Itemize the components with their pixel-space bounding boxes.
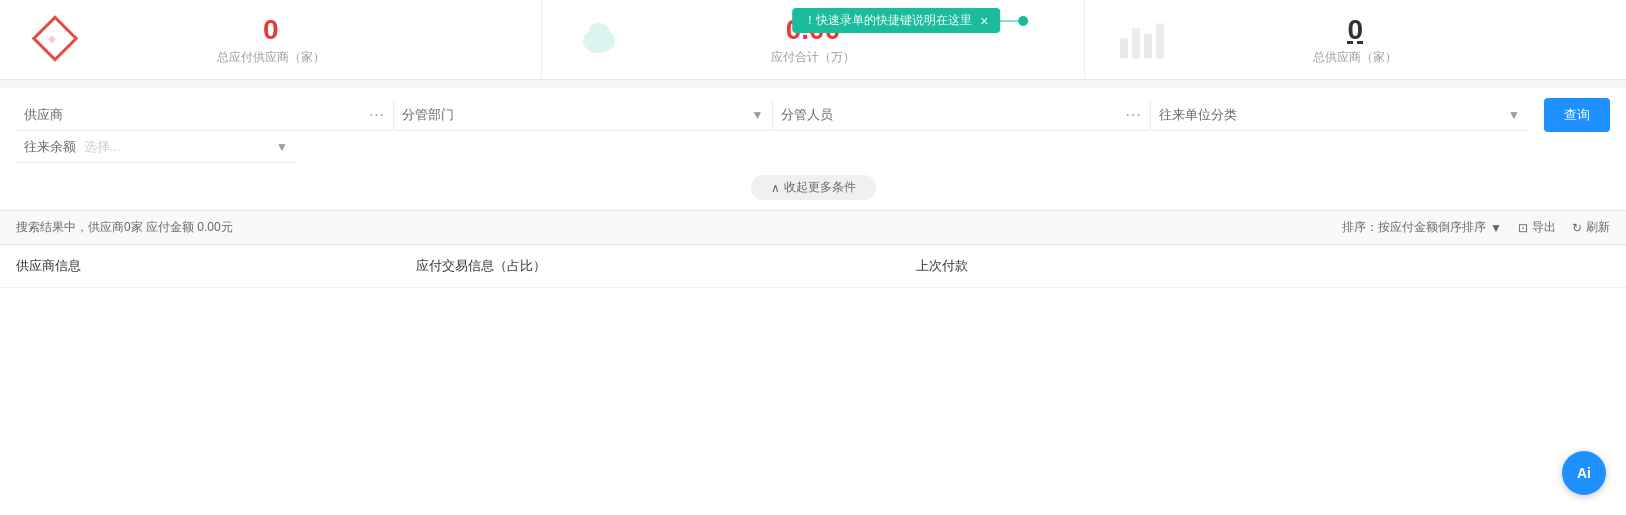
- results-bar: 搜索结果中，供应商0家 应付金额 0.00元 排序：按应付金额倒序排序 ▼ ⊡ …: [0, 211, 1626, 245]
- svg-text:◆: ◆: [48, 32, 56, 43]
- supplier-more-btn[interactable]: ···: [369, 106, 385, 124]
- filter-row-1: 供应商 ··· 分管部门 ▼ 分管人员 ··· 往来单位分类 ▼ 查询: [16, 98, 1610, 132]
- unit-class-chevron-icon[interactable]: ▼: [1508, 108, 1520, 122]
- department-chevron-icon[interactable]: ▼: [752, 108, 764, 122]
- collapse-label: 收起更多条件: [784, 179, 856, 196]
- results-summary: 搜索结果中，供应商0家 应付金额 0.00元: [16, 219, 233, 236]
- balance-placeholder: 选择...: [84, 138, 121, 156]
- diamond-icon: ◆: [30, 13, 80, 66]
- svg-rect-6: [1120, 38, 1128, 58]
- filter-row-2: 往来余额 选择... ▼: [16, 132, 1610, 163]
- table-header: 供应商信息 应付交易信息（占比） 上次付款: [0, 245, 1626, 288]
- balance-filter: 往来余额 选择... ▼: [16, 132, 296, 163]
- sort-button[interactable]: 排序：按应付金额倒序排序 ▼: [1342, 219, 1502, 236]
- tooltip-bar: ！快速录单的快捷键说明在这里 ×: [792, 8, 1000, 33]
- tooltip-dot: [1018, 16, 1028, 26]
- svg-rect-8: [1144, 33, 1152, 58]
- sort-chevron-icon: ▼: [1490, 221, 1502, 235]
- table-col-last-payment: 上次付款: [916, 257, 1610, 275]
- ai-label: Ai: [1577, 465, 1591, 481]
- stat-number-payable-suppliers: 0: [263, 13, 279, 47]
- department-label: 分管部门: [402, 106, 454, 124]
- svg-point-5: [602, 26, 608, 32]
- chart-icon: [1115, 18, 1170, 61]
- person-more-btn[interactable]: ···: [1125, 106, 1141, 124]
- stats-bar: ◆ 0 总应付供应商（家） ！快速录单的快捷键说明在这里 × 0.00 应付合计…: [0, 0, 1626, 80]
- stat-number-total-suppliers: 0: [1348, 13, 1364, 47]
- tooltip-text: ！快速录单的快捷键说明在这里: [804, 12, 972, 29]
- department-filter: 分管部门 ▼: [394, 100, 771, 131]
- svg-rect-7: [1132, 28, 1140, 58]
- stat-label-payable-total: 应付合计（万）: [771, 49, 855, 66]
- person-label: 分管人员: [781, 106, 833, 124]
- collapse-chevron-icon: ∧: [771, 181, 780, 195]
- col-last-payment-label: 上次付款: [916, 258, 968, 273]
- table-col-transaction-info: 应付交易信息（占比）: [416, 257, 916, 275]
- balance-label: 往来余额: [24, 138, 76, 156]
- supplier-filter: 供应商 ···: [16, 100, 393, 131]
- search-button[interactable]: 查询: [1544, 98, 1610, 132]
- unit-class-filter: 往来单位分类 ▼: [1151, 100, 1528, 131]
- col-supplier-label: 供应商信息: [16, 258, 81, 273]
- filter-area: 供应商 ··· 分管部门 ▼ 分管人员 ··· 往来单位分类 ▼ 查询: [0, 88, 1626, 211]
- department-input[interactable]: [462, 107, 743, 122]
- svg-point-4: [590, 26, 596, 32]
- refresh-button[interactable]: ↻ 刷新: [1572, 219, 1610, 236]
- sort-label: 排序：按应付金额倒序排序: [1342, 219, 1486, 236]
- stat-total-suppliers: 0 总供应商（家）: [1085, 0, 1626, 79]
- stat-payable-total: ！快速录单的快捷键说明在这里 × 0.00 应付合计（万）: [542, 0, 1084, 79]
- supplier-input[interactable]: [71, 107, 361, 122]
- table-col-supplier-info: 供应商信息: [16, 257, 416, 275]
- export-button[interactable]: ⊡ 导出: [1518, 219, 1556, 236]
- results-actions: 排序：按应付金额倒序排序 ▼ ⊡ 导出 ↻ 刷新: [1342, 219, 1610, 236]
- tooltip-close-btn[interactable]: ×: [980, 14, 988, 28]
- export-icon: ⊡: [1518, 221, 1528, 235]
- export-label: 导出: [1532, 219, 1556, 236]
- balance-chevron-icon[interactable]: ▼: [276, 140, 288, 154]
- col-transaction-label: 应付交易信息（占比）: [416, 258, 546, 273]
- svg-rect-9: [1156, 23, 1164, 58]
- unit-class-label: 往来单位分类: [1159, 106, 1237, 124]
- stat-total-payable-suppliers: ◆ 0 总应付供应商（家）: [0, 0, 542, 79]
- stat-label-payable-suppliers: 总应付供应商（家）: [217, 49, 325, 66]
- refresh-label: 刷新: [1586, 219, 1610, 236]
- unit-class-input[interactable]: [1245, 107, 1500, 122]
- supplier-label: 供应商: [24, 106, 63, 124]
- refresh-icon: ↻: [1572, 221, 1582, 235]
- person-input[interactable]: [841, 107, 1118, 122]
- ai-button[interactable]: Ai: [1562, 451, 1606, 495]
- table-body: [0, 288, 1626, 515]
- person-filter: 分管人员 ···: [773, 100, 1150, 131]
- pig-icon: [572, 11, 627, 69]
- stat-label-total-suppliers: 总供应商（家）: [1313, 49, 1397, 66]
- collapse-filters-btn[interactable]: ∧ 收起更多条件: [751, 175, 876, 200]
